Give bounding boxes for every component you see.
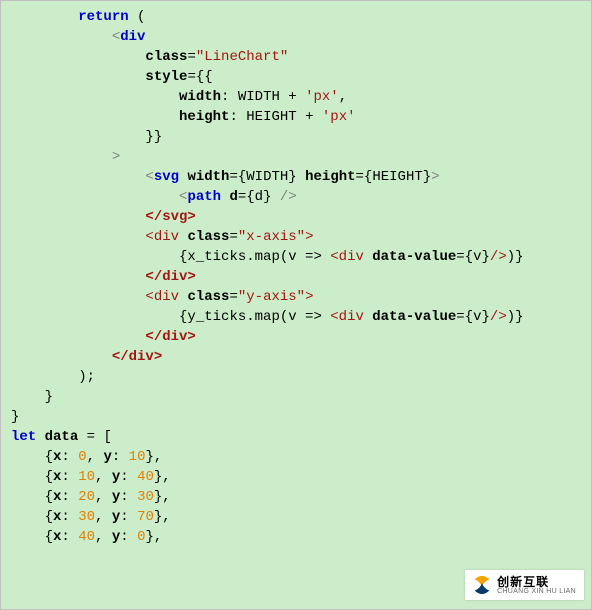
line: </svg> — [11, 209, 196, 225]
line: <div class="x-axis"> — [11, 229, 313, 245]
line: class="LineChart" — [11, 49, 288, 65]
kw-return: return — [78, 9, 128, 25]
line: return ( — [11, 9, 145, 25]
line: {x: 0, y: 10}, — [11, 449, 162, 465]
line: height: HEIGHT + 'px' — [11, 109, 356, 125]
line: width: WIDTH + 'px', — [11, 89, 347, 105]
line: let data = [ — [11, 429, 112, 445]
watermark: 创新互联 CHUANG XIN HU LIAN — [465, 570, 584, 600]
line: } — [11, 409, 19, 425]
line: <svg width={WIDTH} height={HEIGHT}> — [11, 169, 440, 185]
line: {x: 20, y: 30}, — [11, 489, 171, 505]
line: <div — [11, 29, 145, 45]
line: {x_ticks.map(v => <div data-value={v}/>)… — [11, 249, 524, 265]
line: {x: 10, y: 40}, — [11, 469, 171, 485]
line: <div class="y-axis"> — [11, 289, 313, 305]
line: {x: 30, y: 70}, — [11, 509, 171, 525]
line: style={{ — [11, 69, 213, 85]
line: <path d={d} /> — [11, 189, 297, 205]
line: {x: 40, y: 0}, — [11, 529, 162, 545]
line: } — [11, 389, 53, 405]
watermark-cn: 创新互联 — [497, 576, 576, 588]
watermark-text: 创新互联 CHUANG XIN HU LIAN — [497, 576, 576, 595]
line: {y_ticks.map(v => <div data-value={v}/>)… — [11, 309, 524, 325]
line: > — [11, 149, 120, 165]
line: }} — [11, 129, 162, 145]
code-block: return ( <div class="LineChart" style={{… — [0, 0, 592, 610]
line: ); — [11, 369, 95, 385]
line: </div> — [11, 349, 162, 365]
line: </div> — [11, 269, 196, 285]
watermark-en: CHUANG XIN HU LIAN — [497, 588, 576, 595]
logo-icon — [471, 574, 493, 596]
line: </div> — [11, 329, 196, 345]
